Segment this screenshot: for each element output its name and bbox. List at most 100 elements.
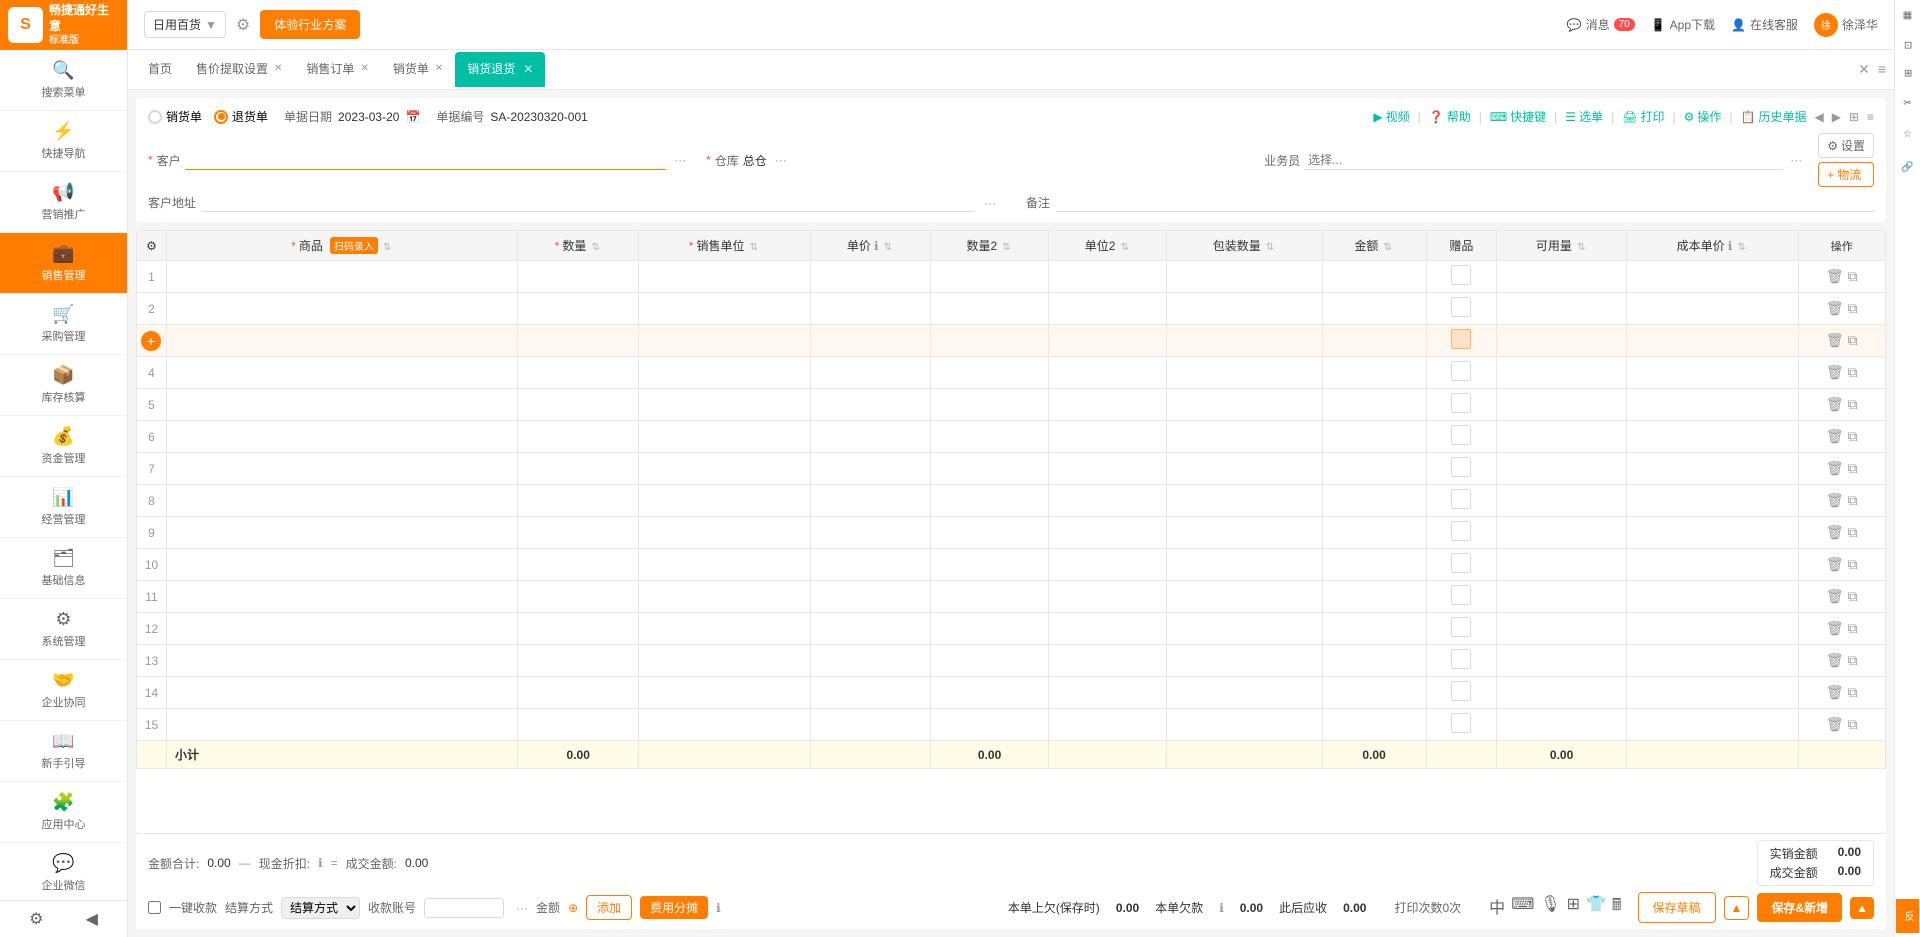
online-service-btn[interactable]: 👤 在线客服 bbox=[1731, 16, 1798, 33]
product-cell-2[interactable] bbox=[167, 293, 518, 325]
logistics-btn[interactable]: + 物流 bbox=[1818, 162, 1874, 187]
sidebar-item-wechat[interactable]: 💬 企业微信 bbox=[0, 843, 127, 900]
toolbar-icon-6[interactable]: 🖩 bbox=[1612, 894, 1622, 921]
history-prev-icon[interactable]: ◀ bbox=[1814, 110, 1823, 124]
copy-icon[interactable]: ⧉ bbox=[1848, 556, 1858, 573]
settlement-select[interactable]: 结算方式 bbox=[281, 897, 360, 919]
sidebar-item-purchase[interactable]: 🛒 采购管理 bbox=[0, 294, 127, 355]
print-btn[interactable]: 🖨 打印 bbox=[1622, 108, 1664, 125]
available-sort-icon[interactable]: ⇅ bbox=[1577, 242, 1585, 253]
right-panel-icon-5[interactable]: ☆ bbox=[1900, 123, 1915, 146]
delete-icon[interactable]: 🗑 bbox=[1826, 524, 1844, 541]
pkg-cell-1[interactable] bbox=[1167, 261, 1322, 293]
gift-checkbox[interactable] bbox=[1451, 681, 1471, 701]
gift-checkbox[interactable] bbox=[1451, 393, 1471, 413]
pkg-sort-icon[interactable]: ⇅ bbox=[1266, 242, 1274, 253]
help-btn[interactable]: ❓ 帮助 bbox=[1429, 108, 1471, 125]
setting-btn[interactable]: ⚙ 设置 bbox=[1818, 133, 1874, 158]
add-row-btn[interactable]: + bbox=[141, 331, 161, 351]
toolbar-icon-4[interactable]: ⊞ bbox=[1567, 894, 1580, 921]
select-btn[interactable]: ☰ 选单 bbox=[1565, 108, 1603, 125]
copy-row-2-icon[interactable]: ⧉ bbox=[1848, 300, 1858, 317]
right-panel-icon-2[interactable]: ⊡ bbox=[1900, 35, 1915, 55]
right-panel-icon-4[interactable]: ✂ bbox=[1900, 92, 1915, 115]
industry-select[interactable]: 日用百货 ▼ bbox=[144, 11, 226, 38]
qty2-sort-icon[interactable]: ⇅ bbox=[1002, 242, 1010, 253]
warehouse-select-icon[interactable]: ··· bbox=[775, 153, 787, 167]
sidebar-item-search[interactable]: 🔍 搜索菜单 bbox=[0, 50, 127, 111]
product-sort-icon[interactable]: ⇅ bbox=[383, 242, 391, 253]
one-key-checkbox[interactable] bbox=[148, 901, 161, 914]
delete-icon[interactable]: 🗑 bbox=[1826, 460, 1844, 477]
draft-arrow-icon[interactable]: ▲ bbox=[1724, 896, 1750, 920]
sidebar-item-system[interactable]: ⚙ 系统管理 bbox=[0, 599, 127, 660]
gift-checkbox[interactable] bbox=[1451, 361, 1471, 381]
sidebar-item-marketing[interactable]: 📢 营销推广 bbox=[0, 172, 127, 233]
gift-checkbox[interactable] bbox=[1451, 585, 1471, 605]
settings-icon[interactable]: ⚙ bbox=[29, 909, 43, 929]
copy-icon[interactable]: ⧉ bbox=[1848, 620, 1858, 637]
tab-close-sale-return[interactable]: ✕ bbox=[523, 62, 533, 76]
qty-sort-icon[interactable]: ⇅ bbox=[591, 242, 599, 253]
sidebar-item-shortcut[interactable]: ⚡ 快捷导航 bbox=[0, 111, 127, 172]
save-draft-btn[interactable]: 保存草稿 bbox=[1638, 892, 1716, 923]
gift-checkbox[interactable] bbox=[1451, 521, 1471, 541]
remark-input[interactable] bbox=[1056, 193, 1874, 212]
history-btn[interactable]: 📋 历史单据 bbox=[1740, 108, 1806, 125]
account-input[interactable] bbox=[424, 898, 504, 918]
radio-return[interactable]: 退货单 bbox=[214, 108, 268, 125]
copy-row-1-icon[interactable]: ⧉ bbox=[1848, 268, 1858, 285]
save-arrow-icon[interactable]: ▲ bbox=[1850, 897, 1874, 919]
avail-cell-1[interactable] bbox=[1497, 261, 1627, 293]
gift-checkbox-1[interactable] bbox=[1451, 265, 1471, 285]
delete-icon[interactable]: 🗑 bbox=[1826, 428, 1844, 445]
delete-row-1-icon[interactable]: 🗑 bbox=[1826, 268, 1844, 285]
exp-btn[interactable]: 体验行业方案 bbox=[260, 10, 360, 39]
delete-row-add-icon[interactable]: 🗑 bbox=[1826, 332, 1844, 349]
fees-btn[interactable]: 费用分摊 bbox=[640, 896, 708, 919]
right-panel-orange-btn[interactable]: 反 bbox=[1896, 899, 1919, 933]
customer-select-icon[interactable]: ··· bbox=[674, 153, 686, 167]
copy-icon[interactable]: ⧉ bbox=[1848, 684, 1858, 701]
toolbar-icon-3[interactable]: 🎙 bbox=[1540, 894, 1560, 921]
tab-close-sale-price[interactable]: ✕ bbox=[274, 63, 282, 74]
sidebar-item-enterprise[interactable]: 🤝 企业协同 bbox=[0, 660, 127, 721]
copy-icon[interactable]: ⧉ bbox=[1848, 652, 1858, 669]
toolbar-icon-1[interactable]: 中 bbox=[1489, 894, 1505, 921]
gift-checkbox[interactable] bbox=[1451, 617, 1471, 637]
copy-icon[interactable]: ⧉ bbox=[1848, 588, 1858, 605]
gift-checkbox-add[interactable] bbox=[1451, 329, 1471, 349]
message-btn[interactable]: 💬 消息 70 bbox=[1567, 16, 1635, 33]
delete-icon[interactable]: 🗑 bbox=[1826, 364, 1844, 381]
sidebar-item-operations[interactable]: 📊 经营管理 bbox=[0, 477, 127, 538]
app-download-btn[interactable]: 📱 App下载 bbox=[1651, 16, 1715, 33]
sidebar-item-sales[interactable]: 💼 销售管理 bbox=[0, 233, 127, 294]
tab-close-sale-order[interactable]: ✕ bbox=[360, 63, 368, 74]
view-table-icon[interactable]: ⊞ bbox=[1849, 110, 1859, 124]
copy-row-add-icon[interactable]: ⧉ bbox=[1848, 332, 1858, 349]
unit-sort-icon[interactable]: ⇅ bbox=[750, 242, 758, 253]
copy-icon[interactable]: ⧉ bbox=[1848, 364, 1858, 381]
add-btn[interactable]: 添加 bbox=[586, 895, 632, 920]
copy-icon[interactable]: ⧉ bbox=[1848, 524, 1858, 541]
delete-icon[interactable]: 🗑 bbox=[1826, 684, 1844, 701]
tab-close-all-icon[interactable]: ✕ bbox=[1858, 61, 1870, 78]
view-list-icon[interactable]: ≡ bbox=[1867, 110, 1874, 124]
tab-sale-delivery[interactable]: 销货单 ✕ bbox=[381, 52, 455, 87]
staff-select-icon[interactable]: ··· bbox=[1790, 153, 1802, 167]
unit-cell-1[interactable] bbox=[638, 261, 810, 293]
history-next-icon[interactable]: ▶ bbox=[1832, 110, 1841, 124]
unit2-cell-1[interactable] bbox=[1049, 261, 1167, 293]
account-dots[interactable]: ··· bbox=[516, 901, 528, 915]
unit2-sort-icon[interactable]: ⇅ bbox=[1120, 242, 1128, 253]
copy-icon[interactable]: ⧉ bbox=[1848, 492, 1858, 509]
tab-sale-order[interactable]: 销售订单 ✕ bbox=[294, 52, 380, 87]
price-sort-icon[interactable]: ⇅ bbox=[884, 242, 892, 253]
staff-input[interactable] bbox=[1304, 151, 1782, 170]
scan-btn[interactable]: 扫码录入 bbox=[330, 237, 378, 254]
shortcut-key-btn[interactable]: ⌨ 快捷键 bbox=[1490, 108, 1546, 125]
save-new-btn[interactable]: 保存&新增 bbox=[1757, 893, 1842, 922]
right-panel-icon-3[interactable]: ⊞ bbox=[1900, 63, 1915, 83]
toolbar-icon-2[interactable]: ⌨ bbox=[1511, 894, 1534, 921]
delete-icon[interactable]: 🗑 bbox=[1826, 588, 1844, 605]
